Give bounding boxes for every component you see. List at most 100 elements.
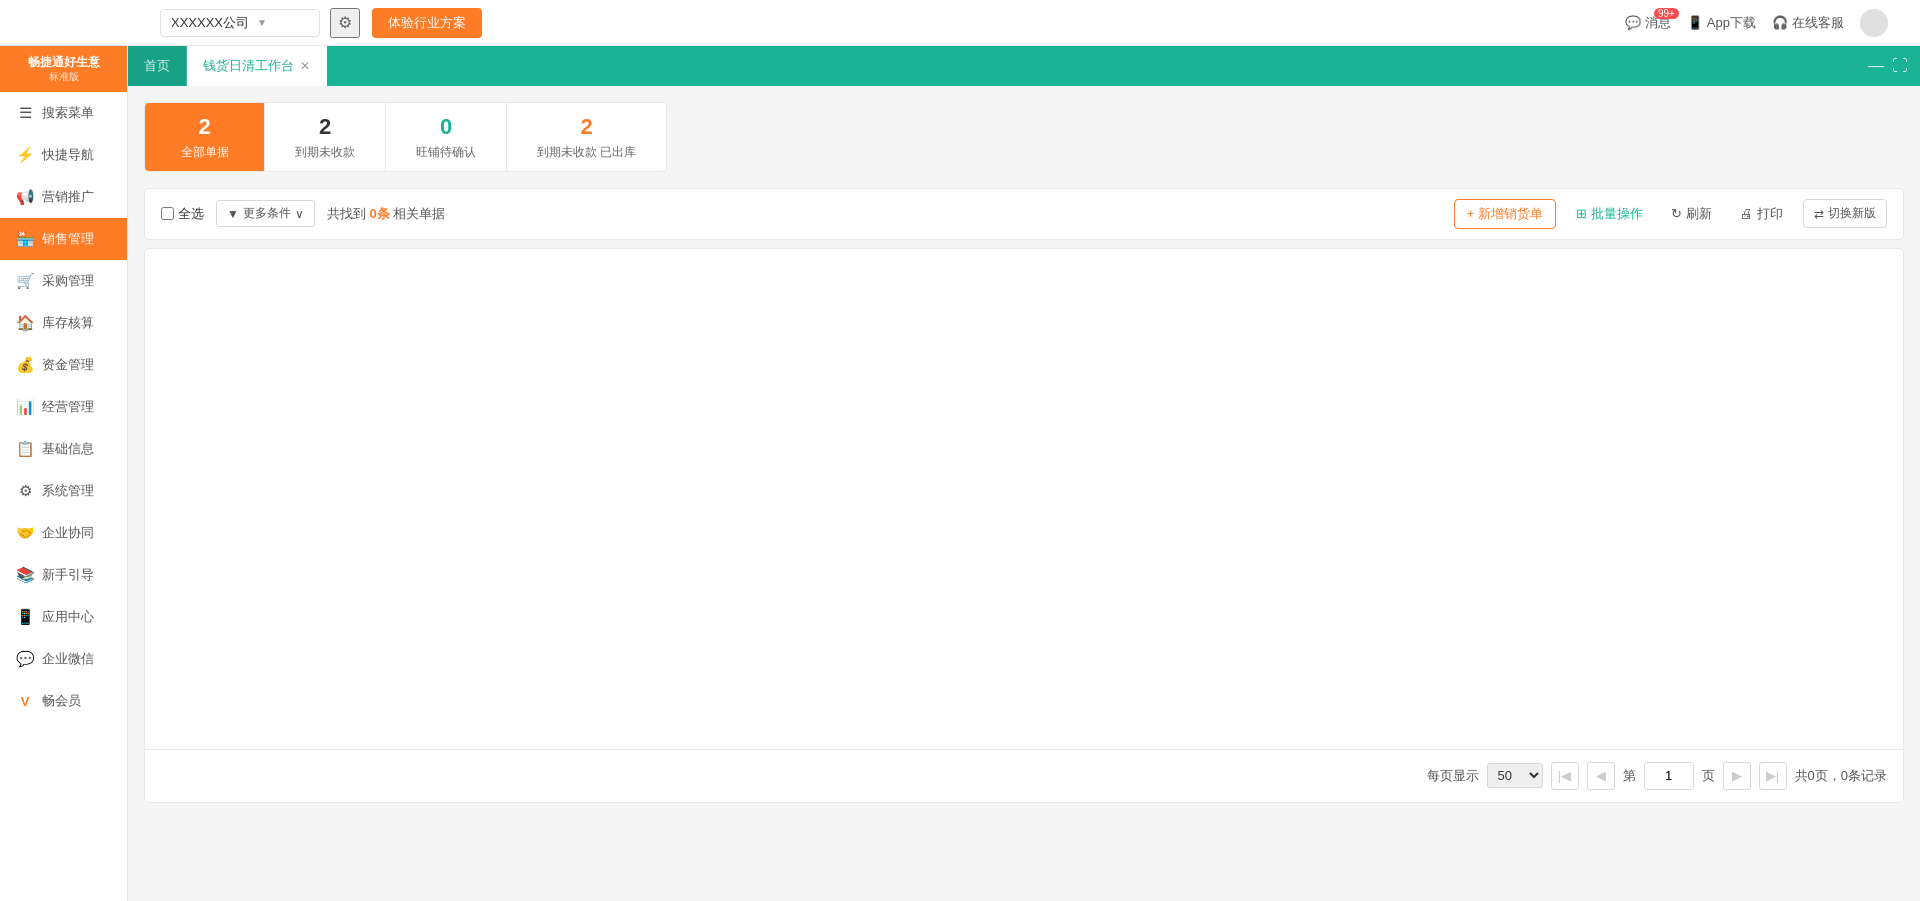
online-service-action[interactable]: 🎧 在线客服 — [1772, 14, 1844, 32]
message-action[interactable]: 💬 消息 99+ — [1625, 14, 1671, 32]
tab-workbench-label: 钱货日清工作台 — [203, 57, 294, 75]
batch-icon: ⊞ — [1576, 206, 1587, 221]
service-icon: 🎧 — [1772, 15, 1788, 30]
filter-button[interactable]: ▼ 更多条件 ∨ — [216, 200, 315, 227]
settings-button[interactable]: ⚙ — [330, 8, 360, 38]
switch-version-button[interactable]: ⇄ 切换新版 — [1803, 199, 1887, 228]
main-content: 2 全部单据 2 到期未收款 0 旺铺待确认 2 到期未收款 已出库 全选 ▼ … — [128, 86, 1920, 901]
sidebar-item-cooperation[interactable]: 🤝 企业协同 — [0, 512, 127, 554]
search-menu-icon: ☰ — [16, 104, 34, 122]
found-text: 共找到 0条 相关单据 — [327, 205, 445, 223]
found-count: 0条 — [370, 206, 390, 221]
table-area: 每页显示 50 100 200 |◀ ◀ 第 页 ▶ ▶| 共0页，0条记录 — [144, 248, 1904, 803]
sidebar-label-base-info: 基础信息 — [42, 440, 94, 458]
sidebar-label-cooperation: 企业协同 — [42, 524, 94, 542]
sidebar-logo: 畅捷通好生意 标准版 — [0, 46, 127, 92]
sidebar-item-operations[interactable]: 📊 经营管理 — [0, 386, 127, 428]
app-download-label: App下载 — [1707, 14, 1756, 32]
sidebar-item-member[interactable]: V 畅会员 — [0, 680, 127, 722]
stat-num-pending: 0 — [416, 113, 476, 142]
next-page-button[interactable]: ▶ — [1723, 762, 1751, 790]
sidebar-label-sales: 销售管理 — [42, 230, 94, 248]
checkbox-input[interactable] — [161, 207, 174, 220]
minimize-icon[interactable]: — — [1868, 57, 1884, 75]
refresh-button[interactable]: ↻ 刷新 — [1663, 201, 1720, 227]
purchase-icon: 🛒 — [16, 272, 34, 290]
app-center-icon: 📱 — [16, 608, 34, 626]
member-icon: V — [16, 694, 34, 709]
sidebar-item-search-menu[interactable]: ☰ 搜索菜单 — [0, 92, 127, 134]
maximize-icon[interactable]: ⛶ — [1892, 57, 1908, 75]
message-badge: 99+ — [1654, 8, 1679, 19]
sidebar-label-purchase: 采购管理 — [42, 272, 94, 290]
sidebar-item-guide[interactable]: 📚 新手引导 — [0, 554, 127, 596]
sidebar-label-system: 系统管理 — [42, 482, 94, 500]
sidebar-item-quick-nav[interactable]: ⚡ 快捷导航 — [0, 134, 127, 176]
page-number-input[interactable] — [1644, 762, 1694, 790]
trial-button[interactable]: 体验行业方案 — [372, 8, 482, 38]
found-suffix: 相关单据 — [393, 206, 445, 221]
first-page-button[interactable]: |◀ — [1551, 762, 1579, 790]
sidebar-item-inventory[interactable]: 🏠 库存核算 — [0, 302, 127, 344]
refresh-label: 刷新 — [1686, 205, 1712, 223]
print-button[interactable]: 🖨 打印 — [1732, 201, 1791, 227]
sidebar-label-guide: 新手引导 — [42, 566, 94, 584]
top-header: XXXXXX公司 ▼ ⚙ 体验行业方案 💬 消息 99+ 📱 App下载 🎧 在… — [0, 0, 1920, 46]
print-label: 打印 — [1757, 205, 1783, 223]
sidebar-label-inventory: 库存核算 — [42, 314, 94, 332]
empty-table-body — [145, 249, 1903, 749]
stat-tab-overdue[interactable]: 2 到期未收款 — [265, 103, 386, 171]
sidebar: 畅捷通好生意 标准版 ☰ 搜索菜单 ⚡ 快捷导航 📢 营销推广 🏪 销售管理 🛒… — [0, 0, 128, 901]
sidebar-label-finance: 资金管理 — [42, 356, 94, 374]
last-page-button[interactable]: ▶| — [1759, 762, 1787, 790]
guide-icon: 📚 — [16, 566, 34, 584]
sidebar-item-app-center[interactable]: 📱 应用中心 — [0, 596, 127, 638]
stat-label-pending: 旺铺待确认 — [416, 144, 476, 161]
switch-icon: ⇄ — [1814, 207, 1824, 221]
prev-page-button[interactable]: ◀ — [1587, 762, 1615, 790]
avatar[interactable] — [1860, 9, 1888, 37]
app-download-action[interactable]: 📱 App下载 — [1687, 14, 1756, 32]
tab-close-icon[interactable]: ✕ — [300, 59, 310, 73]
stat-num-all: 2 — [175, 113, 234, 142]
page-label: 第 — [1623, 767, 1636, 785]
sidebar-label-member: 畅会员 — [42, 692, 81, 710]
select-all-label: 全选 — [178, 205, 204, 223]
page-suffix: 页 — [1702, 767, 1715, 785]
stat-num-overdue-shipped: 2 — [537, 113, 636, 142]
stat-tab-pending[interactable]: 0 旺铺待确认 — [386, 103, 507, 171]
total-records: 共0页，0条记录 — [1795, 767, 1887, 785]
toolbar-right: + 新增销货单 ⊞ 批量操作 ↻ 刷新 🖨 打印 ⇄ 切换新版 — [1454, 199, 1887, 229]
weixin-icon: 💬 — [16, 650, 34, 668]
stat-tab-overdue-shipped[interactable]: 2 到期未收款 已出库 — [507, 103, 666, 171]
company-selector[interactable]: XXXXXX公司 ▼ — [160, 9, 320, 37]
sidebar-item-purchase[interactable]: 🛒 采购管理 — [0, 260, 127, 302]
finance-icon: 💰 — [16, 356, 34, 374]
sidebar-item-finance[interactable]: 💰 资金管理 — [0, 344, 127, 386]
marketing-icon: 📢 — [16, 188, 34, 206]
stat-label-overdue-shipped: 到期未收款 已出库 — [537, 144, 636, 161]
online-service-label: 在线客服 — [1792, 14, 1844, 32]
sidebar-item-base-info[interactable]: 📋 基础信息 — [0, 428, 127, 470]
switch-label: 切换新版 — [1828, 205, 1876, 222]
batch-operation-button[interactable]: ⊞ 批量操作 — [1568, 201, 1651, 227]
sidebar-item-weixin[interactable]: 💬 企业微信 — [0, 638, 127, 680]
pagination: 每页显示 50 100 200 |◀ ◀ 第 页 ▶ ▶| 共0页，0条记录 — [145, 749, 1903, 802]
stat-num-overdue: 2 — [295, 113, 355, 142]
refresh-icon: ↻ — [1671, 206, 1682, 221]
header-right: 💬 消息 99+ 📱 App下载 🎧 在线客服 — [1625, 9, 1904, 37]
stat-tab-all[interactable]: 2 全部单据 — [145, 103, 265, 171]
sidebar-item-marketing[interactable]: 📢 营销推广 — [0, 176, 127, 218]
sidebar-label-quick-nav: 快捷导航 — [42, 146, 94, 164]
tab-home[interactable]: 首页 — [128, 46, 187, 86]
sidebar-item-sales[interactable]: 🏪 销售管理 — [0, 218, 127, 260]
sidebar-item-system[interactable]: ⚙ 系统管理 — [0, 470, 127, 512]
tab-home-label: 首页 — [144, 57, 170, 75]
stat-label-overdue: 到期未收款 — [295, 144, 355, 161]
new-sales-order-button[interactable]: + 新增销货单 — [1454, 199, 1556, 229]
select-all-checkbox[interactable]: 全选 — [161, 205, 204, 223]
per-page-select[interactable]: 50 100 200 — [1487, 763, 1543, 788]
chevron-down-icon: ▼ — [257, 17, 267, 28]
tab-workbench[interactable]: 钱货日清工作台 ✕ — [187, 46, 327, 86]
company-name: XXXXXX公司 — [171, 14, 249, 32]
